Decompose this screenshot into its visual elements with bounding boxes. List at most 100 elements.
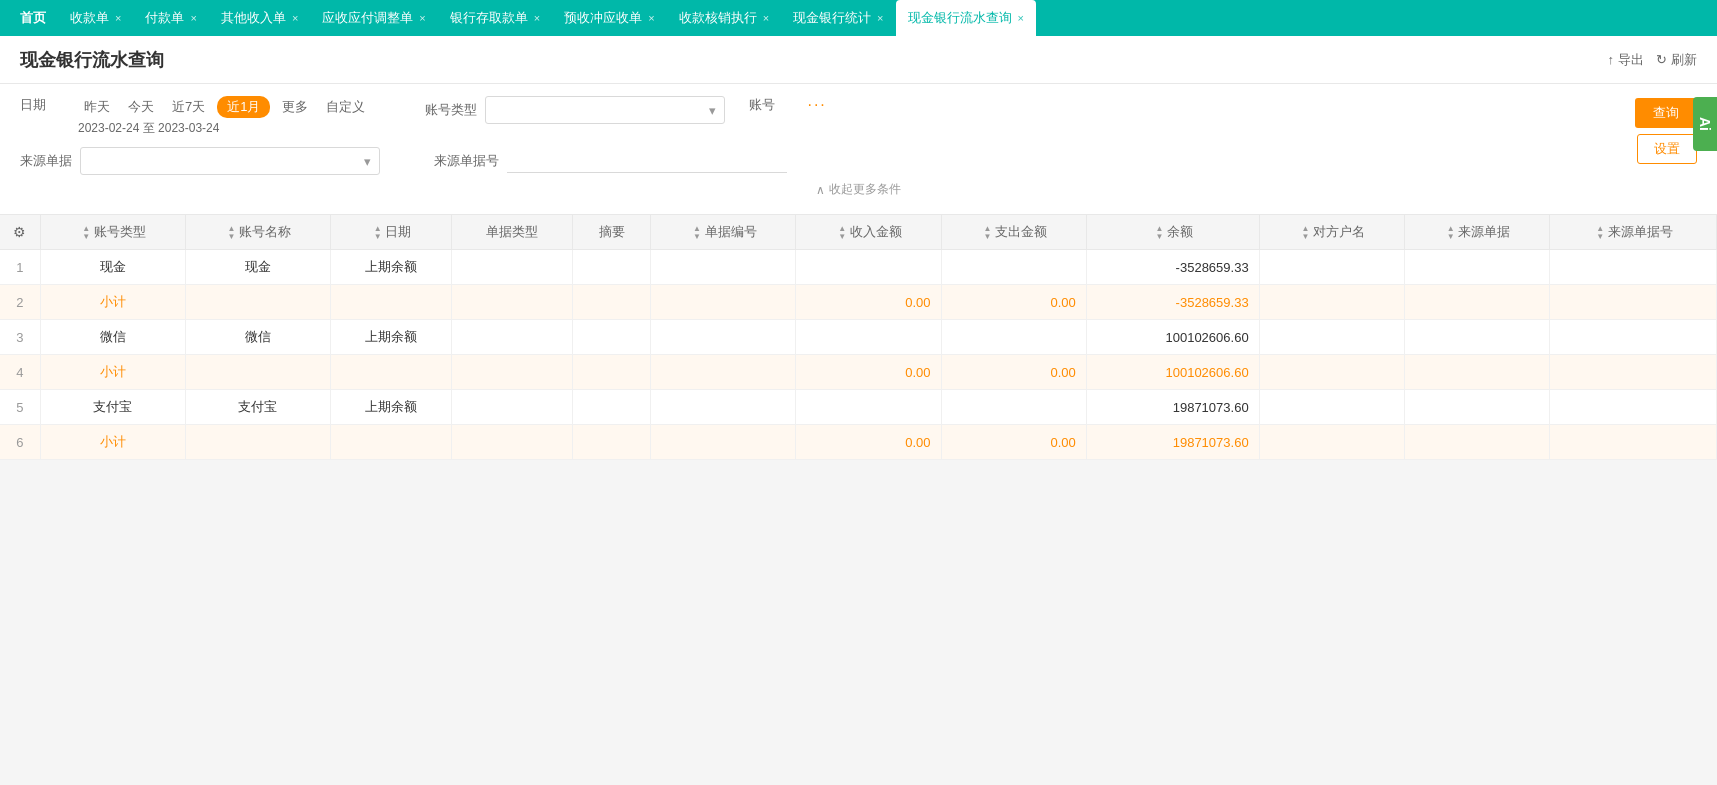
table-cell [185,355,330,390]
table-cell [1259,425,1404,460]
table-cell: 0.00 [941,355,1086,390]
page-header: 现金银行流水查询 ↑ 导出 ↻ 刷新 [0,36,1717,84]
nav-bank-stats-label: 现金银行统计 [793,9,871,27]
sort-doc-no: ▲▼ [693,225,701,241]
refresh-label: 刷新 [1671,51,1697,69]
table-cell [452,355,573,390]
table-cell [651,285,796,320]
table-cell: 现金 [185,250,330,285]
table-container: ⚙ ▲▼ 账号类型 ▲▼ 账号名称 ▲▼ 日期 单据类型 摘要 [0,215,1717,460]
nav-receipts-close[interactable]: × [115,12,121,24]
account-more-button[interactable]: ··· [807,96,826,114]
date-opt-yesterday[interactable]: 昨天 [78,96,116,118]
nav-collection-exec-close[interactable]: × [763,12,769,24]
table-cell [185,285,330,320]
refresh-button[interactable]: ↻ 刷新 [1656,51,1697,69]
col-expense[interactable]: ▲▼ 支出金额 [941,215,1086,250]
table-cell: 1 [0,250,40,285]
table-cell [1404,250,1549,285]
table-cell [452,390,573,425]
col-doc-no[interactable]: ▲▼ 单据编号 [651,215,796,250]
table-cell [1404,425,1549,460]
col-account-type[interactable]: ▲▼ 账号类型 [40,215,185,250]
col-summary: 摘要 [573,215,651,250]
nav-item-adjustments[interactable]: 应收应付调整单 × [310,0,437,36]
table-cell [573,355,651,390]
col-date[interactable]: ▲▼ 日期 [330,215,451,250]
account-type-select[interactable]: ▾ [485,96,725,124]
date-opt-7days[interactable]: 近7天 [166,96,211,118]
nav-other-income-close[interactable]: × [292,12,298,24]
date-opt-more[interactable]: 更多 [276,96,314,118]
date-opt-today[interactable]: 今天 [122,96,160,118]
settings-button[interactable]: 设置 [1637,134,1697,164]
table-cell [1259,250,1404,285]
nav-item-advance-receipt[interactable]: 预收冲应收单 × [552,0,666,36]
nav-payments-close[interactable]: × [190,12,196,24]
filter-area: 日期 昨天 今天 近7天 近1月 更多 自定义 2023-02-24 至 202… [0,84,1717,215]
table-cell: 4 [0,355,40,390]
nav-advance-receipt-close[interactable]: × [648,12,654,24]
table-cell [941,250,1086,285]
col-balance[interactable]: ▲▼ 余额 [1086,215,1259,250]
table-cell [573,285,651,320]
table-row[interactable]: 6小计0.000.0019871073.60 [0,425,1717,460]
table-cell: 支付宝 [185,390,330,425]
table-cell [452,285,573,320]
collapse-bar[interactable]: ∧ 收起更多条件 [20,175,1697,202]
source-doc-select[interactable]: ▾ [80,147,380,175]
col-source-doc-no[interactable]: ▲▼ 来源单据号 [1550,215,1717,250]
source-doc-label: 来源单据 [20,152,72,170]
export-icon: ↑ [1608,52,1615,67]
table-cell: 微信 [40,320,185,355]
export-button[interactable]: ↑ 导出 [1608,51,1645,69]
table-cell: 支付宝 [40,390,185,425]
table-row[interactable]: 3微信微信上期余额100102606.60 [0,320,1717,355]
account-type-label: 账号类型 [425,101,477,119]
table-row[interactable]: 5支付宝支付宝上期余额19871073.60 [0,390,1717,425]
nav-item-bank-stats[interactable]: 现金银行统计 × [781,0,895,36]
col-counterpart[interactable]: ▲▼ 对方户名 [1259,215,1404,250]
table-cell [941,320,1086,355]
nav-item-bank-deposits[interactable]: 银行存取款单 × [438,0,552,36]
table-cell [1259,355,1404,390]
nav-bank-deposits-close[interactable]: × [534,12,540,24]
table-cell [1259,320,1404,355]
nav-item-payments[interactable]: 付款单 × [133,0,208,36]
sort-income: ▲▼ [838,225,846,241]
query-button[interactable]: 查询 [1635,98,1697,128]
source-doc-arrow: ▾ [364,154,371,169]
table-row[interactable]: 2小计0.000.00-3528659.33 [0,285,1717,320]
table-row[interactable]: 4小计0.000.00100102606.60 [0,355,1717,390]
table-cell [1550,390,1717,425]
nav-item-bank-flow[interactable]: 现金银行流水查询 × [896,0,1036,36]
col-account-type-label: ▲▼ 账号类型 [79,224,146,239]
sort-expense: ▲▼ [983,225,991,241]
nav-item-other-income[interactable]: 其他收入单 × [209,0,310,36]
col-settings[interactable]: ⚙ [0,215,40,250]
ai-badge[interactable]: Ai [1693,97,1717,151]
table-cell [330,425,451,460]
table-cell [452,320,573,355]
nav-item-collection-exec[interactable]: 收款核销执行 × [667,0,781,36]
source-doc-no-input[interactable] [507,149,787,173]
sort-source-doc: ▲▼ [1447,225,1455,241]
account-type-arrow: ▾ [709,103,716,118]
nav-bank-stats-close[interactable]: × [877,12,883,24]
table-cell [1404,355,1549,390]
nav-bank-flow-close[interactable]: × [1018,12,1024,24]
nav-item-home[interactable]: 首页 [8,0,58,36]
date-opt-custom[interactable]: 自定义 [320,96,371,118]
table-cell [941,390,1086,425]
table-row[interactable]: 1现金现金上期余额-3528659.33 [0,250,1717,285]
nav-item-receipts[interactable]: 收款单 × [58,0,133,36]
table-cell [651,250,796,285]
account-label: 账号 [749,96,799,114]
col-income[interactable]: ▲▼ 收入金额 [796,215,941,250]
table-settings-icon[interactable]: ⚙ [13,224,26,240]
col-account-name[interactable]: ▲▼ 账号名称 [185,215,330,250]
nav-adjustments-close[interactable]: × [419,12,425,24]
col-source-doc[interactable]: ▲▼ 来源单据 [1404,215,1549,250]
table-cell: 100102606.60 [1086,320,1259,355]
date-opt-1month[interactable]: 近1月 [217,96,270,118]
